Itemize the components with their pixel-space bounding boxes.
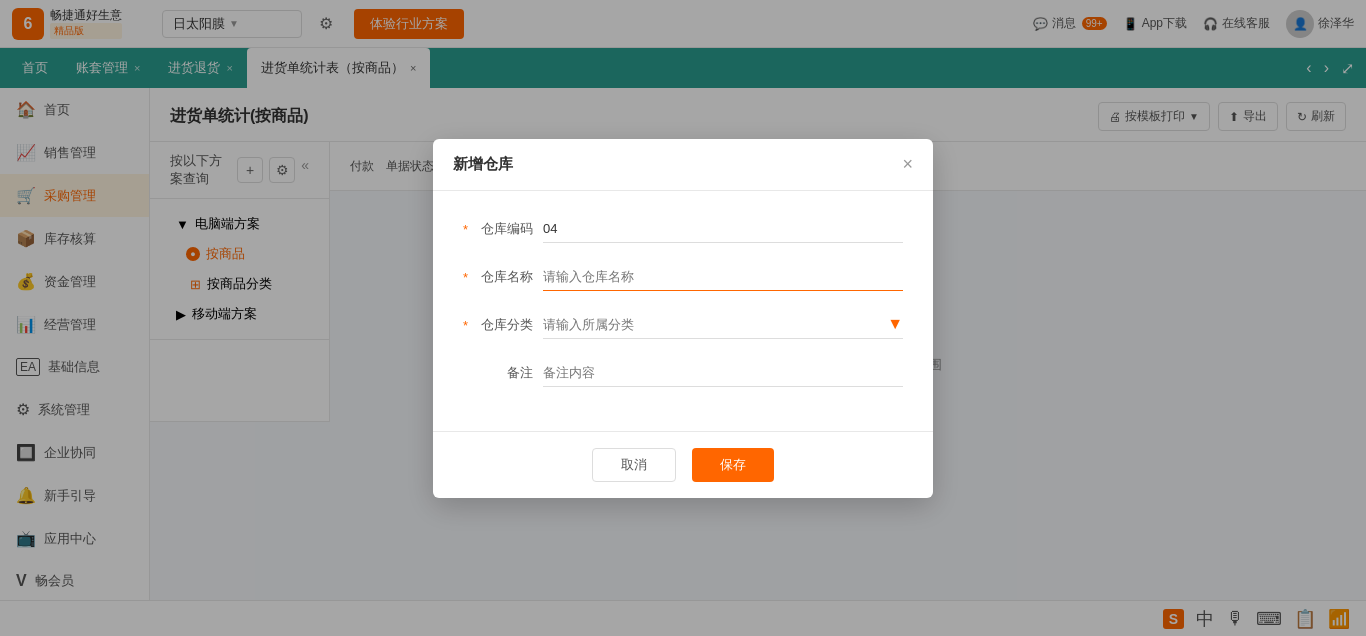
warehouse-category-input[interactable] <box>543 311 887 338</box>
warehouse-code-label: 仓库编码 <box>463 220 543 238</box>
warehouse-category-select-wrap: ▼ <box>543 311 903 339</box>
warehouse-name-row: 仓库名称 <box>463 263 903 291</box>
warehouse-category-label: 仓库分类 <box>463 316 543 334</box>
save-button[interactable]: 保存 <box>692 448 774 482</box>
warehouse-note-row: 备注 <box>463 359 903 387</box>
modal-overlay: 新增仓库 × 仓库编码 仓库名称 仓库分类 ▼ <box>0 0 1366 636</box>
modal-title: 新增仓库 <box>453 155 513 174</box>
warehouse-name-label: 仓库名称 <box>463 268 543 286</box>
warehouse-category-row: 仓库分类 ▼ <box>463 311 903 339</box>
modal-header: 新增仓库 × <box>433 139 933 191</box>
new-warehouse-modal: 新增仓库 × 仓库编码 仓库名称 仓库分类 ▼ <box>433 139 933 498</box>
warehouse-name-input[interactable] <box>543 263 903 291</box>
warehouse-code-input[interactable] <box>543 215 903 243</box>
modal-close-icon[interactable]: × <box>902 155 913 173</box>
warehouse-code-row: 仓库编码 <box>463 215 903 243</box>
modal-footer: 取消 保存 <box>433 431 933 498</box>
category-dropdown-icon[interactable]: ▼ <box>887 315 903 333</box>
warehouse-note-label: 备注 <box>463 364 543 382</box>
cancel-button[interactable]: 取消 <box>592 448 676 482</box>
modal-body: 仓库编码 仓库名称 仓库分类 ▼ 备注 <box>433 191 933 431</box>
warehouse-note-input[interactable] <box>543 359 903 387</box>
